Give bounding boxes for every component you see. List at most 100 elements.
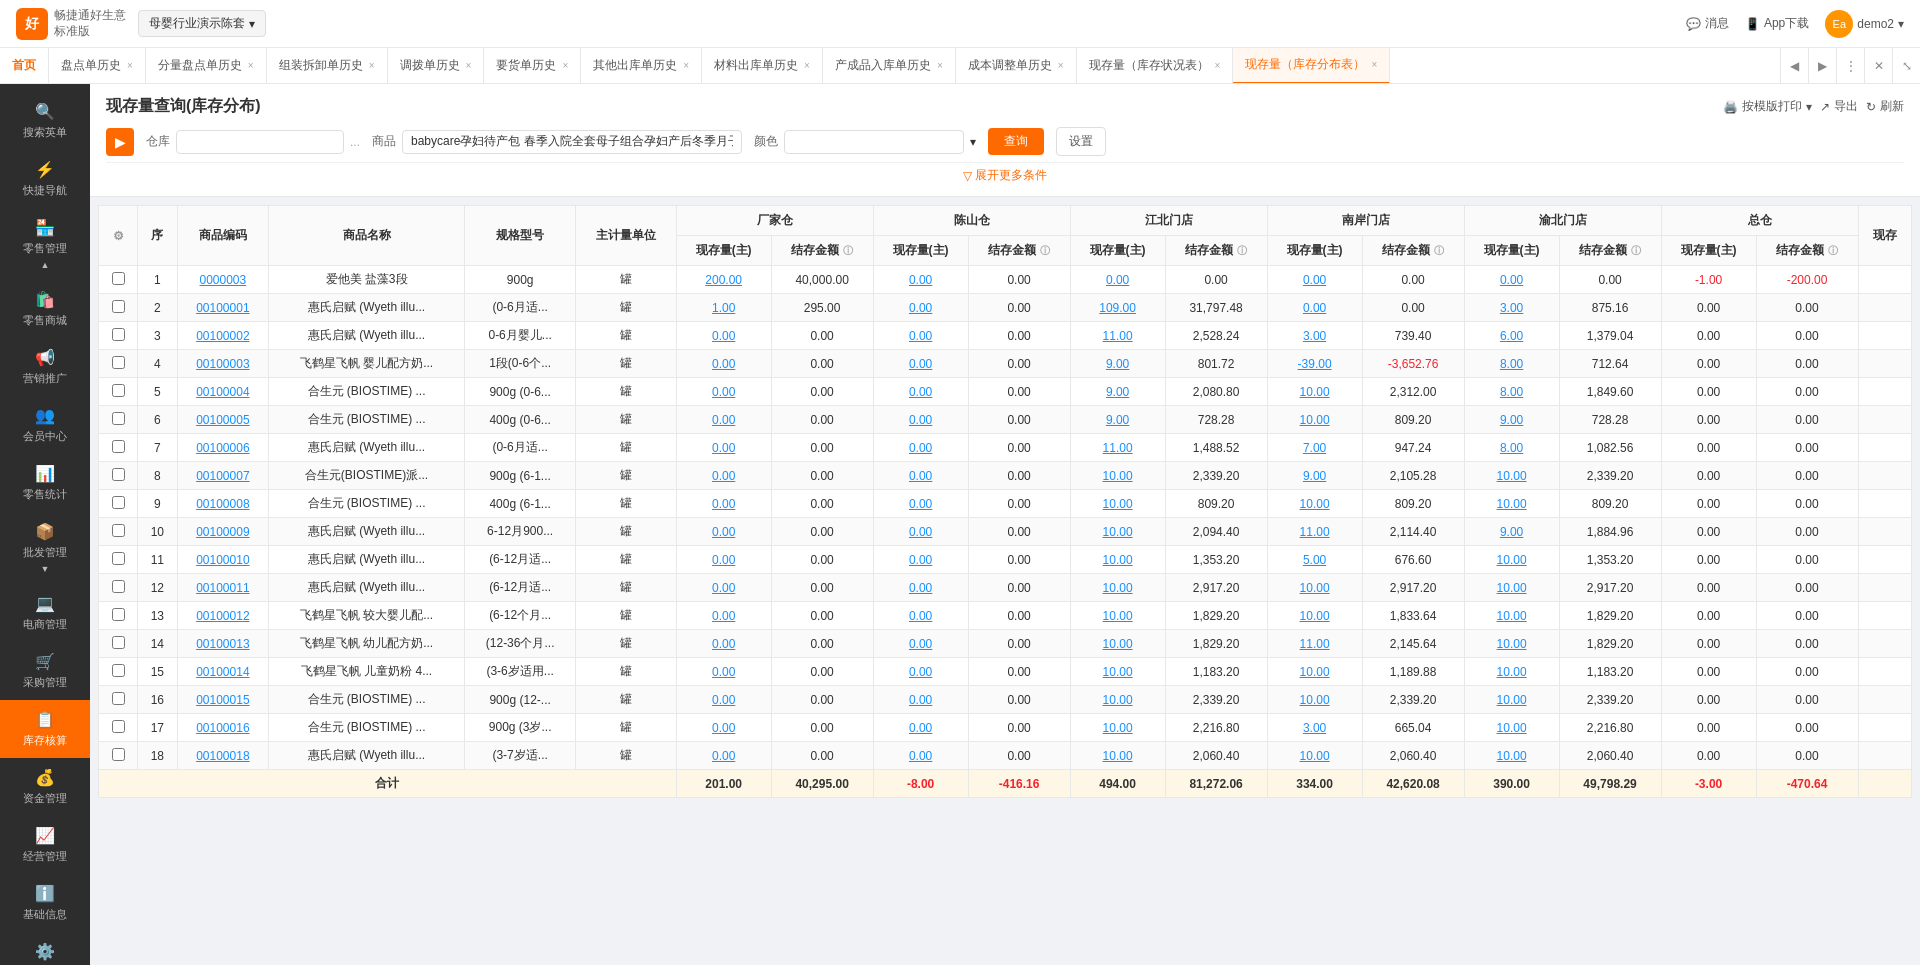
cell-code: 00100014 (177, 658, 269, 686)
cell-checkbox[interactable] (99, 518, 138, 546)
tab-purchase-history[interactable]: 要货单历史 × (484, 48, 581, 84)
tab-transfer-history[interactable]: 调拨单历史 × (388, 48, 485, 84)
tab-close-icon[interactable]: × (683, 60, 689, 71)
chevron-down-icon: ▾ (1806, 100, 1812, 114)
cell-unit: 罐 (576, 742, 676, 770)
tab-close-icon[interactable]: × (562, 60, 568, 71)
sidebar-item-basic-info[interactable]: ℹ️ 基础信息 (0, 874, 90, 932)
cell-checkbox[interactable] (99, 462, 138, 490)
tab-inventory-history[interactable]: 盘点单历史 × (49, 48, 146, 84)
sidebar-item-inventory[interactable]: 📋 库存核算 (0, 700, 90, 758)
tab-nav-close-all[interactable]: ✕ (1864, 48, 1892, 84)
cell-factory-amount: 0.00 (771, 406, 873, 434)
cell-chenshan-stock: 0.00 (873, 658, 968, 686)
cell-total-stock: -1.00 (1661, 266, 1756, 294)
tab-nav-prev[interactable]: ◀ (1780, 48, 1808, 84)
tab-material-out-history[interactable]: 材料出库单历史 × (702, 48, 823, 84)
message-btn[interactable]: 💬 消息 (1686, 15, 1729, 32)
sidebar-item-purchase[interactable]: 🛒 采购管理 (0, 642, 90, 700)
refresh-button[interactable]: ↻ 刷新 (1866, 98, 1904, 115)
tab-cost-adjust-history[interactable]: 成本调整单历史 × (956, 48, 1077, 84)
sidebar-item-retail-mall[interactable]: 🛍️ 零售商城 (0, 280, 90, 338)
sidebar-item-ecommerce[interactable]: 💻 电商管理 (0, 584, 90, 642)
cell-checkbox[interactable] (99, 574, 138, 602)
th-settings[interactable]: ⚙ (99, 206, 138, 266)
tab-close-icon[interactable]: × (248, 60, 254, 71)
export-button[interactable]: ↗ 导出 (1820, 98, 1858, 115)
cell-checkbox[interactable] (99, 294, 138, 322)
tab-close-icon[interactable]: × (466, 60, 472, 71)
store-selector[interactable]: 母婴行业演示陈套 ▾ (138, 10, 266, 37)
cell-spec: 900g (3岁... (464, 714, 576, 742)
tab-close-icon[interactable]: × (937, 60, 943, 71)
tab-nav-next[interactable]: ▶ (1808, 48, 1836, 84)
cell-nanan-amount: 2,339.20 (1362, 686, 1464, 714)
cell-chenshan-stock: 0.00 (873, 294, 968, 322)
tab-stock-distribution[interactable]: 现存量（库存分布表） × (1233, 48, 1390, 84)
cell-checkbox[interactable] (99, 630, 138, 658)
sidebar-item-retail[interactable]: 🏪 零售管理 ▲ (0, 208, 90, 280)
sidebar-item-retail-stats[interactable]: 📊 零售统计 (0, 454, 90, 512)
cell-checkbox[interactable] (99, 378, 138, 406)
cell-extra (1858, 602, 1911, 630)
user-avatar-btn[interactable]: Ea demo2 ▾ (1825, 10, 1904, 38)
cell-no: 2 (138, 294, 178, 322)
cell-jiangbei-stock: 10.00 (1070, 546, 1165, 574)
tab-close-icon[interactable]: × (127, 60, 133, 71)
cell-checkbox[interactable] (99, 742, 138, 770)
expand-filter-button[interactable]: ▽ 展开更多条件 (963, 167, 1047, 184)
cell-checkbox[interactable] (99, 322, 138, 350)
cell-checkbox[interactable] (99, 602, 138, 630)
tab-close-icon[interactable]: × (804, 60, 810, 71)
tab-sub-inventory-history[interactable]: 分量盘点单历史 × (146, 48, 267, 84)
app-download-btn[interactable]: 📱 App下载 (1745, 15, 1809, 32)
goods-input[interactable] (402, 130, 742, 154)
cell-checkbox[interactable] (99, 350, 138, 378)
cell-nanan-amount: 665.04 (1362, 714, 1464, 742)
tab-close-icon[interactable]: × (1058, 60, 1064, 71)
cell-checkbox[interactable] (99, 658, 138, 686)
tab-close-icon[interactable]: × (1371, 59, 1377, 70)
cell-checkbox[interactable] (99, 546, 138, 574)
lightning-icon: ⚡ (35, 160, 55, 179)
setting-button[interactable]: 设置 (1056, 127, 1106, 156)
sidebar-item-wholesale[interactable]: 📦 批发管理 ▼ (0, 512, 90, 584)
sidebar-item-operations[interactable]: 📈 经营管理 (0, 816, 90, 874)
cell-checkbox[interactable] (99, 434, 138, 462)
cell-checkbox[interactable] (99, 266, 138, 294)
sidebar-item-quicknav[interactable]: ⚡ 快捷导航 (0, 150, 90, 208)
tab-other-out-history[interactable]: 其他出库单历史 × (581, 48, 702, 84)
tab-nav-expand[interactable]: ⤡ (1892, 48, 1920, 84)
cell-checkbox[interactable] (99, 686, 138, 714)
sidebar-item-member[interactable]: 👥 会员中心 (0, 396, 90, 454)
collapse-filter-button[interactable]: ▶ (106, 128, 134, 156)
topbar: 好 畅捷通好生意 标准版 母婴行业演示陈套 ▾ 💬 消息 📱 App下载 E (0, 0, 1920, 48)
table-row: 9 00100008 合生元 (BIOSTIME) ... 400g (6-1.… (99, 490, 1912, 518)
cell-checkbox[interactable] (99, 490, 138, 518)
cell-checkbox[interactable] (99, 714, 138, 742)
warehouse-input[interactable] (176, 130, 344, 154)
cell-name: 惠氏启赋 (Wyeth illu... (269, 742, 465, 770)
sidebar-item-system[interactable]: ⚙️ 系统管理 (0, 932, 90, 965)
color-input[interactable] (784, 130, 964, 154)
cell-unit: 罐 (576, 434, 676, 462)
print-button[interactable]: 🖨️ 按模版打印 ▾ (1723, 98, 1812, 115)
tab-nav-more[interactable]: ⋮ (1836, 48, 1864, 84)
cell-total-amount: 0.00 (1756, 546, 1858, 574)
tab-close-icon[interactable]: × (1215, 60, 1221, 71)
color-filter: 颜色 ▾ (754, 130, 976, 154)
cell-checkbox[interactable] (99, 406, 138, 434)
tab-home[interactable]: 首页 (0, 48, 49, 84)
tab-product-in-history[interactable]: 产成品入库单历史 × (823, 48, 956, 84)
cell-chenshan-stock: 0.00 (873, 714, 968, 742)
cell-total-amount: 0.00 (1756, 518, 1858, 546)
sidebar-item-finance[interactable]: 💰 资金管理 (0, 758, 90, 816)
tab-stock-status[interactable]: 现存量（库存状况表） × (1077, 48, 1234, 84)
sidebar-item-marketing[interactable]: 📢 营销推广 (0, 338, 90, 396)
query-button[interactable]: 查询 (988, 128, 1044, 155)
cell-chenshan-amount: 0.00 (968, 434, 1070, 462)
tab-close-icon[interactable]: × (369, 60, 375, 71)
tab-combo-disassemble[interactable]: 组装拆卸单历史 × (267, 48, 388, 84)
cell-spec: (6-12个月... (464, 602, 576, 630)
sidebar-item-search[interactable]: 🔍 搜索英单 (0, 92, 90, 150)
